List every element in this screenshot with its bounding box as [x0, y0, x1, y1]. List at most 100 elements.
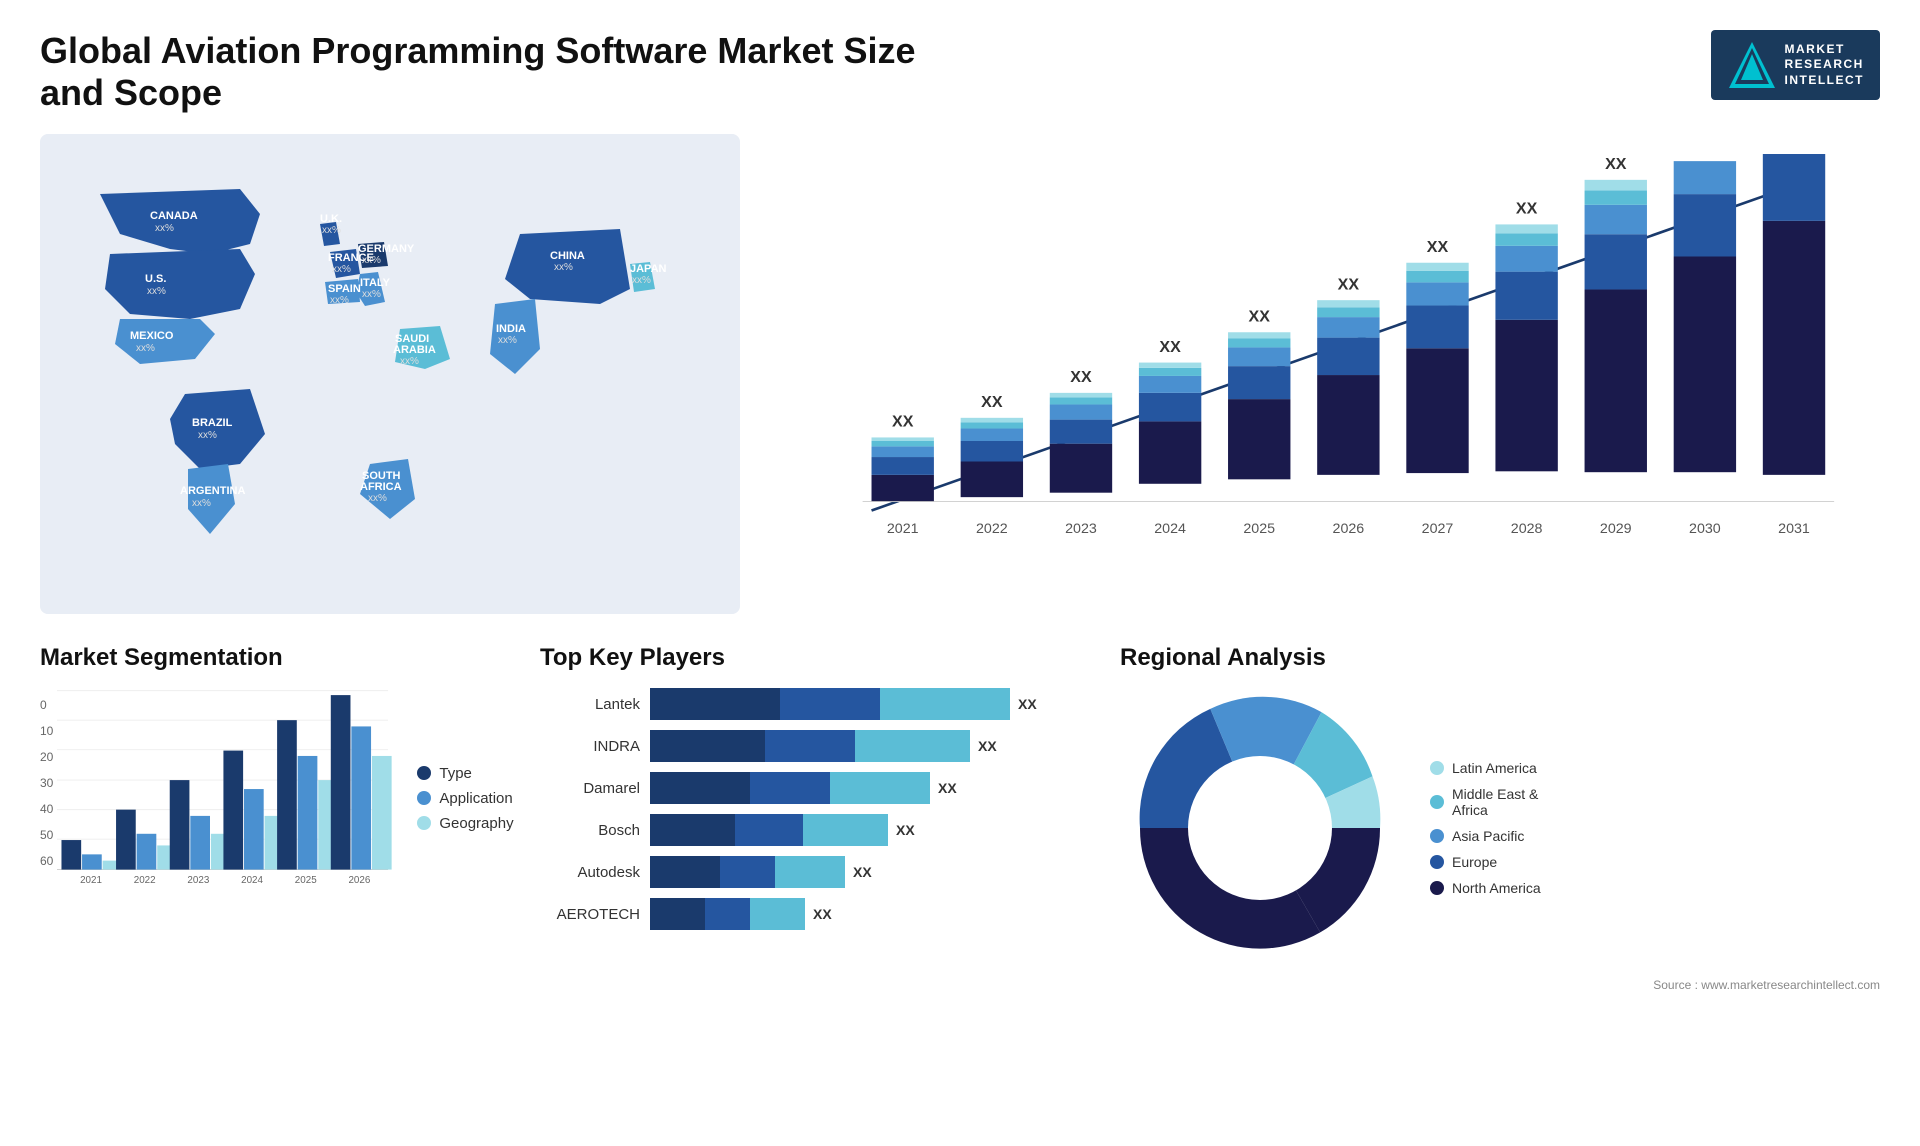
bar-2026-year: 2026 [1333, 521, 1365, 537]
bar-2025-eu [1228, 366, 1290, 399]
bar-2024-la [1139, 363, 1201, 368]
bar-2022-year: 2022 [976, 521, 1008, 537]
bar-2024-label: XX [1159, 338, 1181, 356]
donut-label-mea: Middle East &Africa [1452, 786, 1538, 818]
donut-legend-na: North America [1430, 880, 1541, 896]
bar-2024-year: 2024 [1154, 521, 1186, 537]
donut-label-ap: Asia Pacific [1452, 828, 1524, 844]
bar-2025-year: 2025 [1243, 521, 1275, 537]
y-axis: 60 50 40 30 20 10 0 [40, 698, 53, 898]
player-val-damarel: XX [938, 780, 957, 796]
southafrica-label2: AFRICA [360, 481, 402, 493]
bar-2023-na [1050, 444, 1112, 493]
bar-2031-eu [1763, 154, 1825, 221]
player-row-aerotech: AEROTECH XX [540, 898, 1100, 930]
bar-2028-na [1495, 320, 1557, 472]
saudi-value: xx% [400, 356, 419, 367]
player-val-autodesk: XX [853, 864, 872, 880]
donut-dot-ap [1430, 829, 1444, 843]
player-seg3 [775, 856, 845, 888]
bar-2028-label: XX [1516, 200, 1538, 218]
svg-text:2022: 2022 [134, 875, 156, 886]
svg-text:2026: 2026 [349, 875, 371, 886]
bar-chart-area: XX 2021 XX 2022 XX 2023 XX 20 [760, 134, 1880, 614]
player-row-damarel: Damarel XX [540, 772, 1100, 804]
donut-legend-eu: Europe [1430, 854, 1541, 870]
player-seg3 [803, 814, 888, 846]
player-bar-indra: XX [650, 730, 1100, 762]
bar-2028-la [1495, 224, 1557, 233]
svg-text:2021: 2021 [80, 875, 102, 886]
player-bar-aerotech-inner [650, 898, 805, 930]
japan-label: JAPAN [630, 263, 667, 275]
china-value: xx% [554, 262, 573, 273]
player-name-bosch: Bosch [540, 822, 640, 839]
bar-2022-eu [961, 441, 1023, 462]
map-svg: CANADA xx% U.S. xx% MEXICO xx% BRAZIL xx… [40, 134, 740, 614]
brazil-label: BRAZIL [192, 417, 233, 429]
bar-2021-ap [872, 446, 934, 457]
india-value: xx% [498, 335, 517, 346]
legend-geography-label: Geography [439, 815, 513, 832]
bar-2030-ap [1674, 161, 1736, 194]
bar-2024-ap [1139, 376, 1201, 393]
bar-2026-ap [1317, 317, 1379, 338]
bar-2031-na [1763, 221, 1825, 475]
mexico-label: MEXICO [130, 330, 174, 342]
bar-2023-me [1050, 397, 1112, 404]
player-bar-bosch-inner [650, 814, 888, 846]
donut-legend-latam: Latin America [1430, 760, 1541, 776]
player-val-indra: XX [978, 738, 997, 754]
player-seg2 [735, 814, 803, 846]
bar-2024-eu [1139, 393, 1201, 422]
player-seg3 [880, 688, 1010, 720]
bar-2029-la [1585, 180, 1647, 191]
bar-2030-na [1674, 257, 1736, 473]
page-header: Global Aviation Programming Software Mar… [40, 30, 1880, 114]
donut-legend-ap: Asia Pacific [1430, 828, 1541, 844]
player-seg1 [650, 772, 750, 804]
bar-2021-me [872, 441, 934, 446]
donut-label-na: North America [1452, 880, 1541, 896]
germany-value: xx% [362, 255, 381, 266]
bar-chart-svg: XX 2021 XX 2022 XX 2023 XX 20 [820, 154, 1850, 564]
legend-application: Application [417, 790, 513, 807]
bar-2029-year: 2029 [1600, 521, 1632, 537]
page-title: Global Aviation Programming Software Mar… [40, 30, 940, 114]
india-label: INDIA [496, 323, 526, 335]
italy-label: ITALY [360, 277, 391, 289]
legend-application-dot [417, 791, 431, 805]
segmentation-section: Market Segmentation 60 50 40 30 20 10 0 [40, 644, 520, 992]
player-seg1 [650, 688, 780, 720]
france-value: xx% [332, 264, 351, 275]
bar-2021-na [872, 475, 934, 502]
italy-value: xx% [362, 289, 381, 300]
donut-dot-mea [1430, 795, 1444, 809]
bar-2022-la [961, 418, 1023, 422]
argentina-label: ARGENTINA [180, 485, 245, 497]
bar-2030-label: XX [1694, 154, 1716, 158]
svg-text:2024: 2024 [241, 875, 263, 886]
player-row-bosch: Bosch XX [540, 814, 1100, 846]
player-seg3 [855, 730, 970, 762]
player-val-bosch: XX [896, 822, 915, 838]
donut-legend-mea: Middle East &Africa [1430, 786, 1541, 818]
bar-2027-label: XX [1427, 238, 1449, 256]
segmentation-title: Market Segmentation [40, 644, 520, 672]
bar-2028-eu [1495, 272, 1557, 320]
seg-legend: Type Application Geography [417, 765, 513, 832]
bar-2021-year: 2021 [887, 521, 919, 537]
svg-text:2023: 2023 [188, 875, 210, 886]
player-seg3 [750, 898, 805, 930]
bar-2024-na [1139, 421, 1201, 483]
bar-2029-eu [1585, 234, 1647, 289]
china-label: CHINA [550, 250, 585, 262]
bar-2022-label: XX [981, 393, 1003, 411]
bar-2030-year: 2030 [1689, 521, 1721, 537]
bar-2030-eu [1674, 194, 1736, 256]
bar-2023-year: 2023 [1065, 521, 1097, 537]
bar-2025-label: XX [1249, 308, 1271, 326]
bar-2026-la [1317, 300, 1379, 307]
bar-2023-ap [1050, 404, 1112, 419]
spain-label: SPAIN [328, 283, 361, 295]
